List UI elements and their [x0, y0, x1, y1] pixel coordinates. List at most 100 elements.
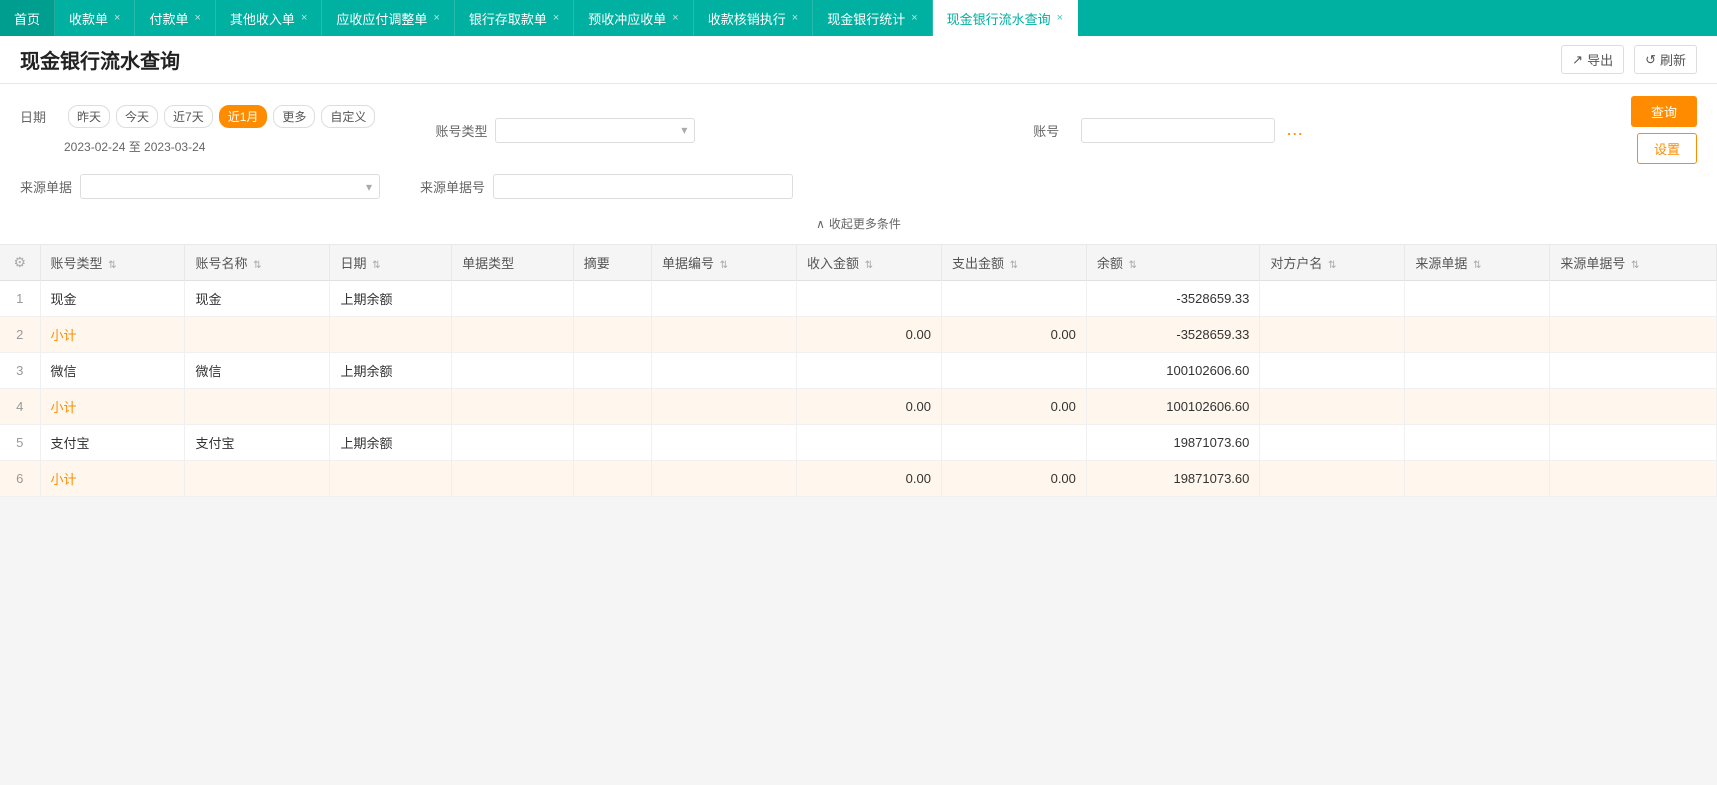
collapse-conditions[interactable]: ∧ 收起更多条件	[20, 209, 1697, 232]
filter-row-2: 来源单据 来源单据号	[20, 174, 1697, 199]
cell-doc-type	[452, 281, 574, 317]
col-expense[interactable]: 支出金额 ⇅	[941, 245, 1086, 281]
cell-source-doc-no	[1550, 425, 1717, 461]
top-nav: 首页 收款单 × 付款单 × 其他收入单 × 应收应付调整单 × 银行存取款单 …	[0, 0, 1717, 36]
nav-yingshouyingfu[interactable]: 应收应付调整单 ×	[322, 0, 454, 36]
col-counterparty[interactable]: 对方户名 ⇅	[1260, 245, 1405, 281]
data-table: ⚙ 账号类型 ⇅ 账号名称 ⇅ 日期 ⇅ 单据类型 摘要 单据编号	[0, 245, 1717, 497]
cell-date: 上期余额	[330, 353, 452, 389]
nav-close-icon[interactable]: ×	[194, 12, 200, 24]
nav-item-label: 预收冲应收单	[588, 9, 666, 28]
collapse-icon: ∧	[816, 217, 825, 231]
cell-counterparty	[1260, 281, 1405, 317]
nav-item-label: 付款单	[149, 9, 188, 28]
cell-source-doc-no	[1550, 281, 1717, 317]
col-account-name[interactable]: 账号名称 ⇅	[185, 245, 330, 281]
col-date[interactable]: 日期 ⇅	[330, 245, 452, 281]
query-button[interactable]: 查询	[1631, 96, 1697, 127]
refresh-button[interactable]: ↺ 刷新	[1634, 45, 1697, 74]
cell-source-doc	[1405, 389, 1550, 425]
date-btn-today[interactable]: 今天	[116, 105, 158, 128]
col-income[interactable]: 收入金额 ⇅	[796, 245, 941, 281]
cell-summary	[573, 425, 651, 461]
cell-balance: -3528659.33	[1086, 281, 1259, 317]
nav-item-label: 收款核销执行	[708, 9, 786, 28]
nav-fukuandan[interactable]: 付款单 ×	[135, 0, 215, 36]
col-summary: 摘要	[573, 245, 651, 281]
date-btn-more[interactable]: 更多	[273, 105, 315, 128]
col-gear[interactable]: ⚙	[0, 245, 40, 281]
source-doc-select[interactable]	[80, 174, 380, 199]
nav-close-icon[interactable]: ×	[792, 12, 798, 24]
cell-income: 0.00	[796, 389, 941, 425]
account-type-select[interactable]	[495, 118, 695, 143]
nav-item-label: 其他收入单	[230, 9, 295, 28]
table-row: 2小计0.000.00-3528659.33	[0, 317, 1717, 353]
source-doc-no-input[interactable]	[493, 174, 793, 199]
nav-yushouchong[interactable]: 预收冲应收单 ×	[574, 0, 693, 36]
date-btn-custom[interactable]: 自定义	[321, 105, 375, 128]
nav-item-label: 收款单	[69, 9, 108, 28]
date-btn-yesterday[interactable]: 昨天	[68, 105, 110, 128]
cell-account-type: 小计	[40, 461, 185, 497]
col-source-doc-no[interactable]: 来源单据号 ⇅	[1550, 245, 1717, 281]
cell-summary	[573, 461, 651, 497]
date-btn-7days[interactable]: 近7天	[164, 105, 213, 128]
cell-summary	[573, 353, 651, 389]
col-balance[interactable]: 余额 ⇅	[1086, 245, 1259, 281]
col-source-doc[interactable]: 来源单据 ⇅	[1405, 245, 1550, 281]
table-container: ⚙ 账号类型 ⇅ 账号名称 ⇅ 日期 ⇅ 单据类型 摘要 单据编号	[0, 245, 1717, 497]
cell-doc-no	[652, 353, 797, 389]
table-row: 3微信微信上期余额100102606.60	[0, 353, 1717, 389]
table-row: 4小计0.000.00100102606.60	[0, 389, 1717, 425]
nav-close-icon[interactable]: ×	[553, 12, 559, 24]
cell-no: 6	[0, 461, 40, 497]
account-input[interactable]	[1081, 118, 1275, 143]
cell-income: 0.00	[796, 461, 941, 497]
cell-income	[796, 281, 941, 317]
cell-doc-no	[652, 425, 797, 461]
nav-item-label: 现金银行流水查询	[947, 9, 1051, 28]
source-doc-no-label: 来源单据号	[420, 177, 485, 196]
nav-close-icon[interactable]: ×	[911, 12, 917, 24]
cell-summary	[573, 317, 651, 353]
settings-button[interactable]: 设置	[1637, 133, 1697, 164]
nav-close-icon[interactable]: ×	[672, 12, 678, 24]
cell-date	[330, 389, 452, 425]
cell-doc-type	[452, 353, 574, 389]
nav-tongji[interactable]: 现金银行统计 ×	[813, 0, 932, 36]
sort-arrows-account-type: ⇅	[108, 260, 116, 271]
cell-source-doc-no	[1550, 389, 1717, 425]
account-type-select-wrap	[495, 118, 695, 143]
export-label: 导出	[1587, 50, 1613, 69]
cell-date	[330, 317, 452, 353]
nav-close-icon[interactable]: ×	[301, 12, 307, 24]
cell-counterparty	[1260, 389, 1405, 425]
nav-yinhangcunqu[interactable]: 银行存取款单 ×	[455, 0, 574, 36]
nav-close-icon[interactable]: ×	[1057, 12, 1063, 24]
nav-liushui[interactable]: 现金银行流水查询 ×	[933, 0, 1078, 36]
cell-balance: 19871073.60	[1086, 425, 1259, 461]
nav-home-label: 首页	[14, 9, 40, 28]
cell-source-doc	[1405, 425, 1550, 461]
col-doc-no[interactable]: 单据编号 ⇅	[652, 245, 797, 281]
cell-counterparty	[1260, 353, 1405, 389]
gear-icon[interactable]: ⚙	[13, 254, 26, 270]
dots-button[interactable]: ...	[1283, 123, 1308, 138]
cell-doc-type	[452, 317, 574, 353]
cell-date	[330, 461, 452, 497]
cell-account-name: 支付宝	[185, 425, 330, 461]
col-account-type[interactable]: 账号类型 ⇅	[40, 245, 185, 281]
table-row: 5支付宝支付宝上期余额19871073.60	[0, 425, 1717, 461]
nav-close-icon[interactable]: ×	[433, 12, 439, 24]
cell-balance: 100102606.60	[1086, 389, 1259, 425]
cell-income	[796, 353, 941, 389]
cell-summary	[573, 281, 651, 317]
nav-shoukuanhexiao[interactable]: 收款核销执行 ×	[694, 0, 813, 36]
date-btn-1month[interactable]: 近1月	[219, 105, 268, 128]
export-button[interactable]: ↗ 导出	[1561, 45, 1624, 74]
nav-shoukuandan[interactable]: 收款单 ×	[55, 0, 135, 36]
nav-close-icon[interactable]: ×	[114, 12, 120, 24]
nav-qitashouru[interactable]: 其他收入单 ×	[216, 0, 322, 36]
nav-home[interactable]: 首页	[0, 0, 55, 36]
